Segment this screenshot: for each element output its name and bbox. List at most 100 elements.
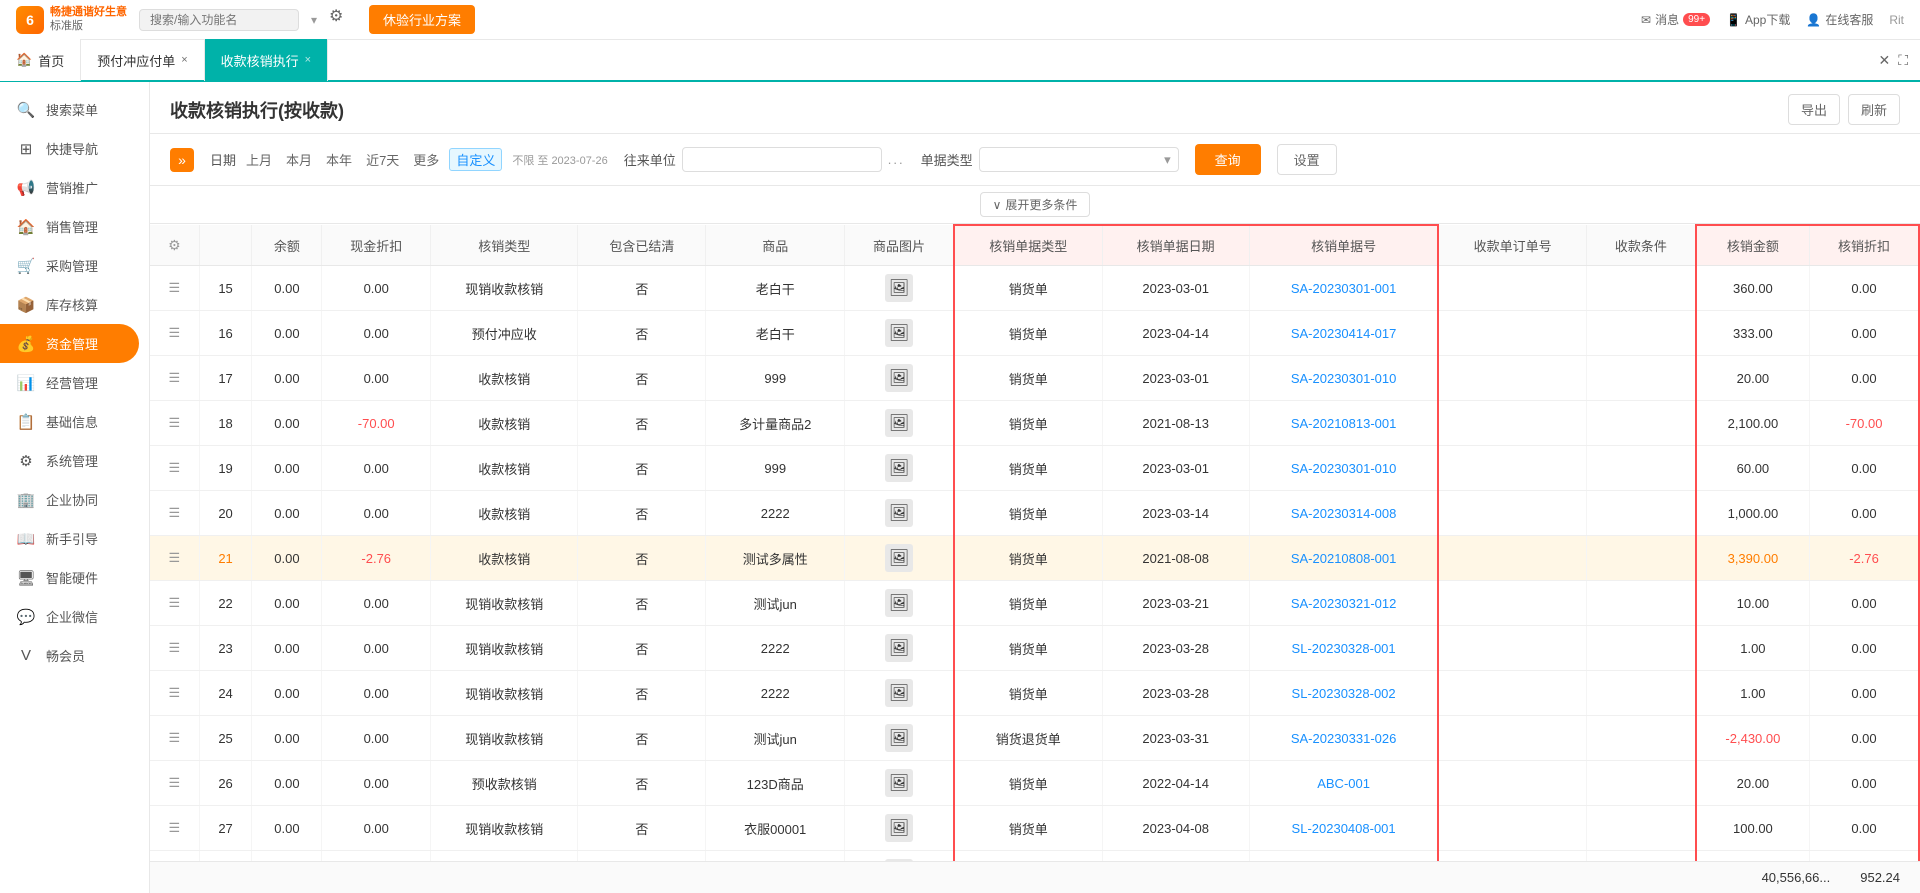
cell-bill-report-no[interactable]: SA-20230314-008 bbox=[1249, 491, 1438, 536]
tab-prepay-close[interactable]: × bbox=[181, 54, 187, 66]
cell-receipt-order-no bbox=[1438, 446, 1586, 491]
cell-included: 否 bbox=[578, 266, 706, 311]
sidebar-item-search[interactable]: 🔍 搜索菜单 bbox=[0, 90, 149, 129]
message-btn[interactable]: ✉ 消息 99+ bbox=[1641, 11, 1710, 28]
bill-report-no-link[interactable]: SL-20230408-001 bbox=[1292, 821, 1396, 836]
tab-receipt-close[interactable]: × bbox=[305, 54, 311, 66]
cell-bill-report-no[interactable]: SL-20230418-001 bbox=[1249, 851, 1438, 862]
cell-bill-report-no[interactable]: SA-20230301-010 bbox=[1249, 356, 1438, 401]
settings-icon[interactable]: ⚙ bbox=[168, 237, 181, 253]
bill-report-no-link[interactable]: SA-20230331-026 bbox=[1291, 731, 1397, 746]
chevron-down-icon[interactable]: ▾ bbox=[311, 13, 317, 27]
col-settings-header[interactable]: ⚙ bbox=[150, 225, 199, 266]
date-last-month[interactable]: 上月 bbox=[242, 148, 276, 171]
online-service-btn[interactable]: 👤 在线客服 bbox=[1806, 11, 1873, 28]
cell-settings: ☰ bbox=[150, 311, 199, 356]
date-more[interactable]: 更多 bbox=[409, 148, 443, 171]
cell-bill-report-type: 销货单 bbox=[954, 266, 1102, 311]
cell-bill-report-no[interactable]: SA-20230331-026 bbox=[1249, 716, 1438, 761]
bill-report-no-link[interactable]: ABC-001 bbox=[1317, 776, 1370, 791]
cell-bill-report-type: 销货单 bbox=[954, 671, 1102, 716]
bill-report-no-link[interactable]: SL-20230328-002 bbox=[1292, 686, 1396, 701]
cell-bill-report-no[interactable]: SA-20230321-012 bbox=[1249, 581, 1438, 626]
bill-report-no-link[interactable]: SA-20230301-010 bbox=[1291, 461, 1397, 476]
cell-balance: 0.00 bbox=[252, 311, 322, 356]
search-input[interactable] bbox=[139, 9, 299, 31]
sidebar-item-inventory[interactable]: 📦 库存核算 bbox=[0, 285, 149, 324]
date-this-year[interactable]: 本年 bbox=[322, 148, 356, 171]
sidebar-item-operation[interactable]: 📊 经营管理 bbox=[0, 363, 149, 402]
cell-included: 否 bbox=[578, 311, 706, 356]
tab-receipt[interactable]: 收款核销执行 × bbox=[205, 39, 328, 81]
cell-writeoff-discount: 0.00 bbox=[1810, 671, 1919, 716]
sidebar-item-basic[interactable]: 📋 基础信息 bbox=[0, 402, 149, 441]
cell-included: 否 bbox=[578, 446, 706, 491]
member-icon: V bbox=[16, 647, 36, 664]
tab-close-btn[interactable]: ✕ bbox=[1878, 52, 1890, 69]
sidebar-label-purchase: 采购管理 bbox=[46, 256, 98, 275]
settings-button[interactable]: 设置 bbox=[1277, 144, 1337, 175]
cell-settings: ☰ bbox=[150, 446, 199, 491]
cell-bill-report-type: 销货单 bbox=[954, 581, 1102, 626]
bill-report-no-link[interactable]: SA-20230414-017 bbox=[1291, 326, 1397, 341]
grid-icon: ⊞ bbox=[16, 140, 36, 158]
sidebar-item-corp[interactable]: 🏢 企业协同 bbox=[0, 480, 149, 519]
sidebar-item-marketing[interactable]: 📢 营销推广 bbox=[0, 168, 149, 207]
expand-button[interactable]: » bbox=[170, 148, 194, 172]
cell-bill-report-no[interactable]: SA-20230414-017 bbox=[1249, 311, 1438, 356]
sidebar-item-wechat[interactable]: 💬 企业微信 bbox=[0, 597, 149, 636]
table-wrapper[interactable]: ⚙ 余额 现金折扣 核销类型 包含已结清 商品 商品图片 核销单据类型 核销单据… bbox=[150, 224, 1920, 861]
bill-report-no-link[interactable]: SA-20210813-001 bbox=[1291, 416, 1397, 431]
tab-maximize-btn[interactable]: ⛶ bbox=[1898, 52, 1908, 69]
app-download-btn[interactable]: 📱 App下载 bbox=[1726, 11, 1790, 28]
message-badge: 99+ bbox=[1683, 13, 1710, 26]
cell-bill-report-no[interactable]: SL-20230408-001 bbox=[1249, 806, 1438, 851]
cell-receipt-order-no bbox=[1438, 491, 1586, 536]
export-button[interactable]: 导出 bbox=[1788, 94, 1840, 125]
sidebar-item-smart[interactable]: 🖥 智能硬件 bbox=[0, 558, 149, 597]
bill-report-no-link[interactable]: SA-20230301-001 bbox=[1291, 281, 1397, 296]
bill-type-select[interactable] bbox=[979, 147, 1179, 172]
cell-settings: ☰ bbox=[150, 401, 199, 446]
gear-icon[interactable]: ⚙ bbox=[329, 6, 357, 34]
cell-goods-image: 🖼 bbox=[845, 491, 954, 536]
tab-prepay[interactable]: 预付冲应付单 × bbox=[81, 39, 204, 81]
cell-bill-report-no[interactable]: SA-20210813-001 bbox=[1249, 401, 1438, 446]
industry-button[interactable]: 休验行业方案 bbox=[369, 5, 475, 34]
user-label[interactable]: Rit bbox=[1889, 13, 1904, 27]
cell-writeoff-type: 现销收款核销 bbox=[431, 626, 578, 671]
partner-input[interactable] bbox=[682, 147, 882, 172]
bill-report-no-link[interactable]: SA-20230321-012 bbox=[1291, 596, 1397, 611]
tab-home[interactable]: 🏠 首页 bbox=[0, 39, 81, 81]
date-this-month[interactable]: 本月 bbox=[282, 148, 316, 171]
expand-more-button[interactable]: ∨ 展开更多条件 bbox=[980, 192, 1091, 217]
bill-report-no-link[interactable]: SL-20230328-001 bbox=[1292, 641, 1396, 656]
sidebar-item-purchase[interactable]: 🛒 采购管理 bbox=[0, 246, 149, 285]
cell-writeoff-discount: 0.00 bbox=[1810, 716, 1919, 761]
cell-bill-report-no[interactable]: SL-20230328-002 bbox=[1249, 671, 1438, 716]
bill-report-no-link[interactable]: SA-20230314-008 bbox=[1291, 506, 1397, 521]
sidebar-item-system[interactable]: ⚙ 系统管理 bbox=[0, 441, 149, 480]
bill-type-label: 单据类型 bbox=[921, 150, 973, 169]
sidebar-item-member[interactable]: V 畅会员 bbox=[0, 636, 149, 675]
cell-cash-discount: 0.00 bbox=[322, 716, 431, 761]
sidebar-item-shortcut[interactable]: ⊞ 快捷导航 bbox=[0, 129, 149, 168]
cell-bill-report-type: 销货单 bbox=[954, 491, 1102, 536]
refresh-button[interactable]: 刷新 bbox=[1848, 94, 1900, 125]
cell-writeoff-discount: 0.00 bbox=[1810, 491, 1919, 536]
bill-report-no-link[interactable]: SA-20210808-001 bbox=[1291, 551, 1397, 566]
sidebar-item-sales[interactable]: 🏠 销售管理 bbox=[0, 207, 149, 246]
cell-settings: ☰ bbox=[150, 806, 199, 851]
date-7days[interactable]: 近7天 bbox=[362, 148, 403, 171]
sidebar-item-guide[interactable]: 📖 新手引导 bbox=[0, 519, 149, 558]
cell-bill-report-no[interactable]: SA-20230301-001 bbox=[1249, 266, 1438, 311]
cell-bill-report-no[interactable]: ABC-001 bbox=[1249, 761, 1438, 806]
cell-bill-report-no[interactable]: SA-20230301-010 bbox=[1249, 446, 1438, 491]
query-button[interactable]: 查询 bbox=[1195, 144, 1261, 175]
cell-bill-report-no[interactable]: SA-20210808-001 bbox=[1249, 536, 1438, 581]
cell-bill-report-no[interactable]: SL-20230328-001 bbox=[1249, 626, 1438, 671]
sidebar-item-finance[interactable]: 💰 资金管理 bbox=[0, 324, 139, 363]
cell-bill-report-date: 2023-04-08 bbox=[1102, 806, 1249, 851]
bill-report-no-link[interactable]: SA-20230301-010 bbox=[1291, 371, 1397, 386]
date-custom[interactable]: 自定义 bbox=[449, 148, 502, 171]
